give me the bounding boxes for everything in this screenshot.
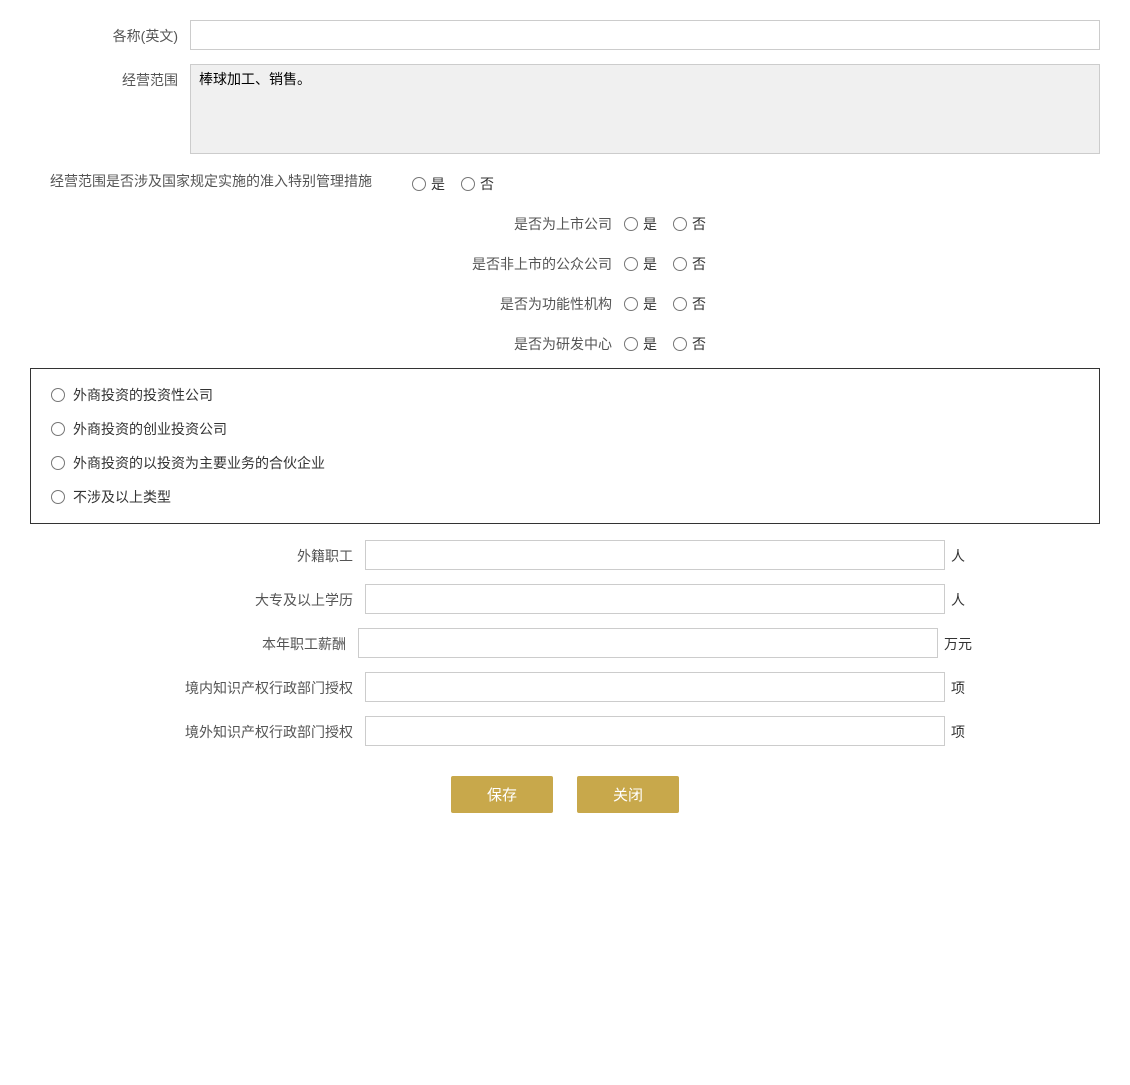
- annual-salary-row: 本年职工薪酬 万元: [30, 628, 1100, 658]
- college-education-input[interactable]: [365, 584, 945, 614]
- functional-row: 是否为功能性机构 是 否: [30, 288, 1100, 314]
- non-listed-yes[interactable]: 是: [624, 254, 657, 274]
- investment-type-2[interactable]: 外商投资的创业投资公司: [51, 419, 1079, 439]
- domestic-ip-input[interactable]: [365, 672, 945, 702]
- listed-no[interactable]: 否: [673, 214, 706, 234]
- foreign-employee-row: 外籍职工 人: [30, 540, 1100, 570]
- investment-type-4[interactable]: 不涉及以上类型: [51, 487, 1079, 507]
- domestic-ip-unit: 项: [945, 672, 965, 698]
- investment-type-3[interactable]: 外商投资的以投资为主要业务的合伙企业: [51, 453, 1079, 473]
- college-education-row: 大专及以上学历 人: [30, 584, 1100, 614]
- functional-label: 是否为功能性机构: [424, 288, 624, 314]
- listed-company-radio-group: 是 否: [624, 208, 706, 234]
- foreign-employee-input[interactable]: [365, 540, 945, 570]
- functional-yes[interactable]: 是: [624, 294, 657, 314]
- annual-salary-unit: 万元: [938, 628, 972, 654]
- button-row: 保存 关闭: [30, 776, 1100, 813]
- rd-center-yes[interactable]: 是: [624, 334, 657, 354]
- rd-center-label: 是否为研发中心: [424, 328, 624, 354]
- special-management-radio-group: 是 否: [412, 168, 494, 194]
- listed-company-row: 是否为上市公司 是 否: [30, 208, 1100, 234]
- college-education-label: 大专及以上学历: [165, 584, 365, 610]
- domestic-ip-row: 境内知识产权行政部门授权 项: [30, 672, 1100, 702]
- investment-type-box: 外商投资的投资性公司 外商投资的创业投资公司 外商投资的以投资为主要业务的合伙企…: [30, 368, 1100, 524]
- non-listed-no[interactable]: 否: [673, 254, 706, 274]
- special-management-label: 经营范围是否涉及国家规定实施的准入特别管理措施: [50, 171, 372, 191]
- close-button[interactable]: 关闭: [577, 776, 679, 813]
- functional-radio-group: 是 否: [624, 288, 706, 314]
- business-scope-row: 经营范围 棒球加工、销售。: [30, 64, 1100, 154]
- name-en-row: 各称(英文): [30, 20, 1100, 50]
- foreign-ip-unit: 项: [945, 716, 965, 742]
- college-education-unit: 人: [945, 584, 965, 610]
- foreign-ip-row: 境外知识产权行政部门授权 项: [30, 716, 1100, 746]
- rd-center-radio-group: 是 否: [624, 328, 706, 354]
- rd-center-row: 是否为研发中心 是 否: [30, 328, 1100, 354]
- rd-center-no[interactable]: 否: [673, 334, 706, 354]
- save-button[interactable]: 保存: [451, 776, 553, 813]
- foreign-employee-unit: 人: [945, 540, 965, 566]
- special-management-row: 经营范围是否涉及国家规定实施的准入特别管理措施 是 否: [30, 168, 1100, 194]
- annual-salary-input[interactable]: [358, 628, 938, 658]
- foreign-ip-input[interactable]: [365, 716, 945, 746]
- functional-no[interactable]: 否: [673, 294, 706, 314]
- name-en-label: 各称(英文): [30, 20, 190, 46]
- non-listed-label: 是否非上市的公众公司: [424, 248, 624, 274]
- name-en-input[interactable]: [190, 20, 1100, 50]
- investment-type-1[interactable]: 外商投资的投资性公司: [51, 385, 1079, 405]
- listed-company-label: 是否为上市公司: [424, 208, 624, 234]
- foreign-employee-label: 外籍职工: [165, 540, 365, 566]
- non-listed-row: 是否非上市的公众公司 是 否: [30, 248, 1100, 274]
- annual-salary-label: 本年职工薪酬: [158, 628, 358, 654]
- business-scope-label: 经营范围: [30, 64, 190, 90]
- non-listed-radio-group: 是 否: [624, 248, 706, 274]
- domestic-ip-label: 境内知识产权行政部门授权: [165, 672, 365, 698]
- listed-yes[interactable]: 是: [624, 214, 657, 234]
- foreign-ip-label: 境外知识产权行政部门授权: [165, 716, 365, 742]
- special-management-no[interactable]: 否: [461, 174, 494, 194]
- special-management-yes[interactable]: 是: [412, 174, 445, 194]
- business-scope-textarea[interactable]: 棒球加工、销售。: [190, 64, 1100, 154]
